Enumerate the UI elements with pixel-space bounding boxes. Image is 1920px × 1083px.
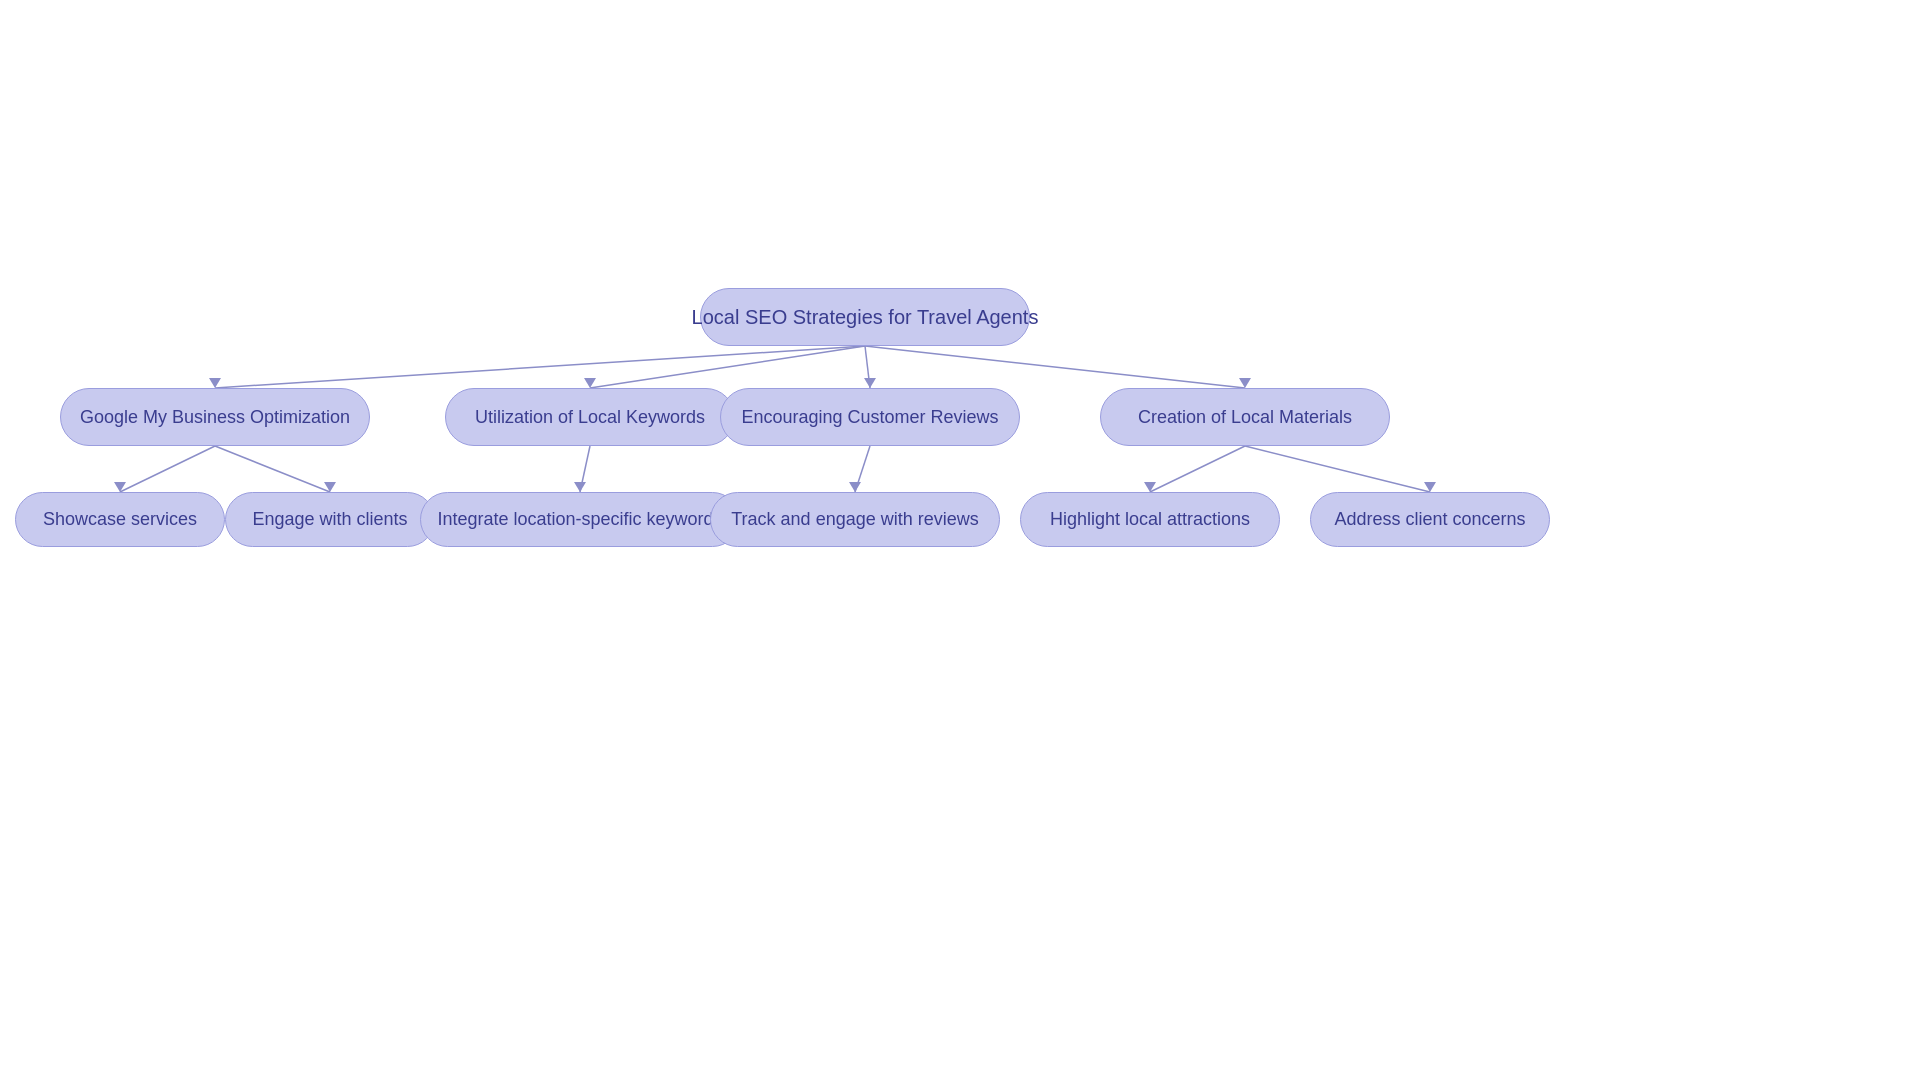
svg-marker-12 — [864, 378, 876, 388]
node-gmb: Google My Business Optimization — [60, 388, 370, 446]
svg-line-7 — [855, 446, 870, 492]
svg-line-8 — [1150, 446, 1245, 492]
svg-line-1 — [590, 346, 865, 388]
svg-marker-16 — [574, 482, 586, 492]
svg-line-6 — [580, 446, 590, 492]
svg-line-5 — [215, 446, 330, 492]
svg-line-2 — [865, 346, 870, 388]
svg-line-0 — [215, 346, 865, 388]
node-keywords: Utilization of Local Keywords — [445, 388, 735, 446]
mindmap-diagram: Local SEO Strategies for Travel Agents G… — [0, 0, 1920, 1083]
svg-marker-10 — [209, 378, 221, 388]
svg-marker-18 — [1144, 482, 1156, 492]
root-node: Local SEO Strategies for Travel Agents — [700, 288, 1030, 346]
node-track: Track and engage with reviews — [710, 492, 1000, 547]
node-reviews: Encouraging Customer Reviews — [720, 388, 1020, 446]
node-materials: Creation of Local Materials — [1100, 388, 1390, 446]
svg-marker-15 — [324, 482, 336, 492]
svg-line-9 — [1245, 446, 1430, 492]
node-engage: Engage with clients — [225, 492, 435, 547]
node-showcase: Showcase services — [15, 492, 225, 547]
svg-line-3 — [865, 346, 1245, 388]
svg-marker-14 — [114, 482, 126, 492]
svg-marker-19 — [1424, 482, 1436, 492]
svg-marker-17 — [849, 482, 861, 492]
node-integrate: Integrate location-specific keywords — [420, 492, 740, 547]
node-highlight: Highlight local attractions — [1020, 492, 1280, 547]
svg-line-4 — [120, 446, 215, 492]
svg-marker-13 — [1239, 378, 1251, 388]
svg-marker-11 — [584, 378, 596, 388]
node-address: Address client concerns — [1310, 492, 1550, 547]
